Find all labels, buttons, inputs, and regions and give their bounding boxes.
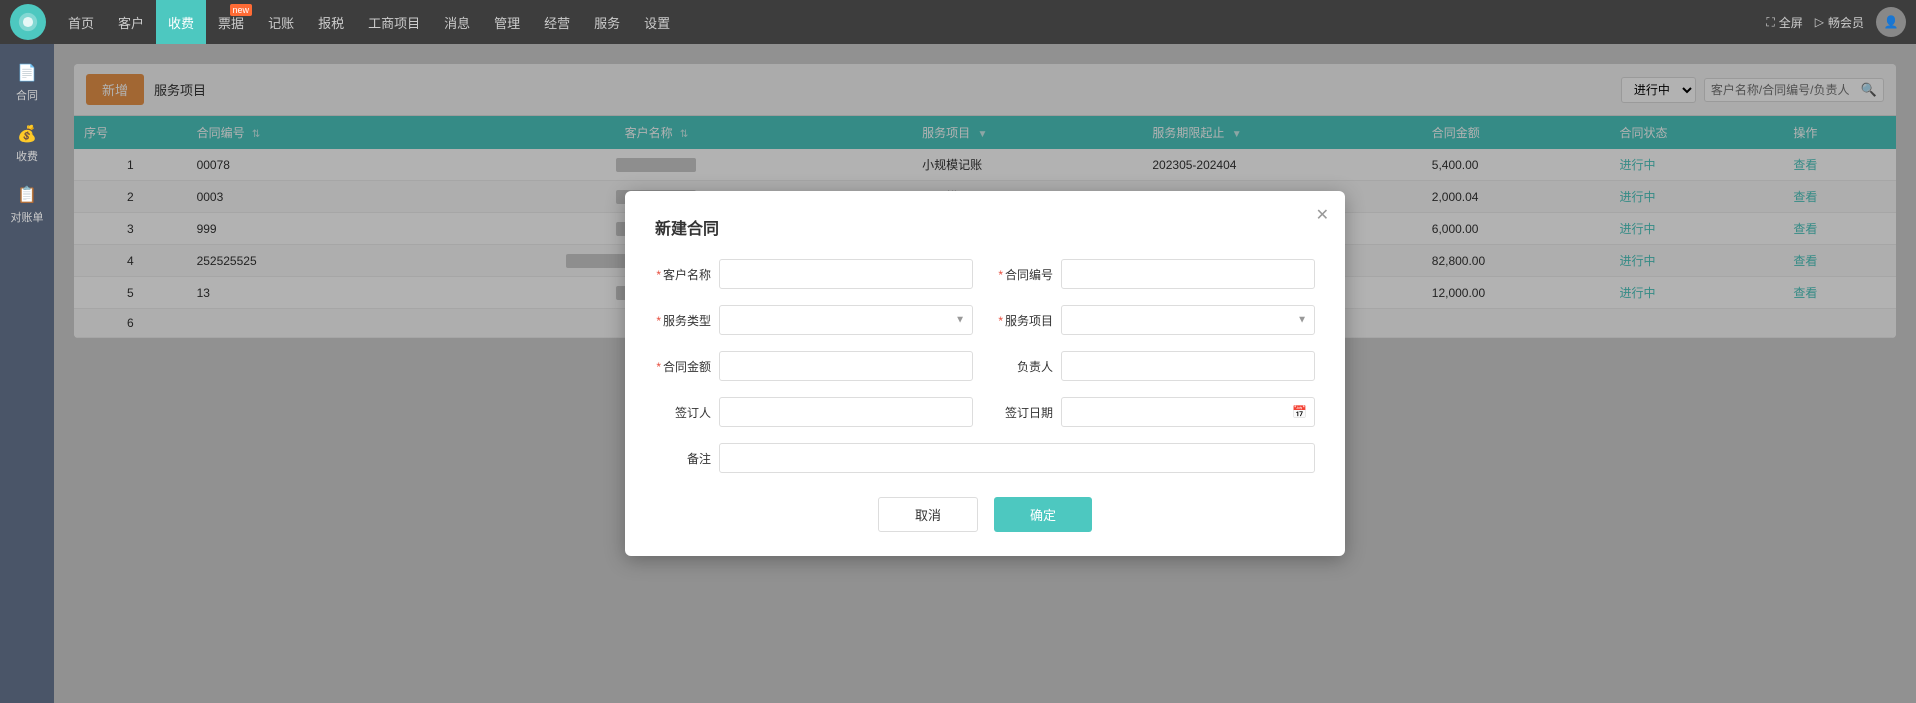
service-item-label: *服务项目 [997, 312, 1053, 329]
nav-manage[interactable]: 管理 [482, 0, 532, 44]
remark-row: 备注 [655, 443, 1315, 473]
sign-date-input[interactable]: 2023-06-06 [1061, 397, 1315, 427]
service-type-select[interactable] [719, 305, 973, 335]
new-badge: new [230, 4, 253, 16]
contract-no-row: *合同编号 [997, 259, 1315, 289]
service-type-label: *服务类型 [655, 312, 711, 329]
service-type-row: *服务类型 ▼ [655, 305, 973, 335]
cancel-button[interactable]: 取消 [878, 497, 978, 532]
service-type-select-wrapper: ▼ [719, 305, 973, 335]
contract-icon: 📄 [16, 62, 38, 84]
responsible-label: 负责人 [997, 358, 1053, 375]
modal-overlay: ✕ 新建合同 *客户名称 *合同编号 [54, 44, 1916, 703]
customer-name-input[interactable] [719, 259, 973, 289]
modal-title: 新建合同 [655, 215, 1315, 239]
modal-footer: 取消 确定 [655, 497, 1315, 532]
amount-input[interactable]: 0.00 [719, 351, 973, 381]
customer-name-row: *客户名称 [655, 259, 973, 289]
remark-label: 备注 [655, 450, 711, 467]
new-contract-modal: ✕ 新建合同 *客户名称 *合同编号 [625, 191, 1345, 556]
responsible-input[interactable] [1061, 351, 1315, 381]
nav-billing[interactable]: 收费 [156, 0, 206, 44]
nav-service[interactable]: 服务 [582, 0, 632, 44]
sign-date-label: 签订日期 [997, 404, 1053, 421]
avatar-icon: 👤 [1884, 15, 1899, 29]
nav-bookkeeping[interactable]: 记账 [256, 0, 306, 44]
nav-message[interactable]: 消息 [432, 0, 482, 44]
remark-input[interactable] [719, 443, 1315, 473]
sidebar: 📄 合同 💰 收费 📋 对账单 [0, 44, 54, 703]
contract-no-label: *合同编号 [997, 266, 1053, 283]
sign-date-row: 签订日期 2023-06-06 📅 [997, 397, 1315, 427]
nav-home[interactable]: 首页 [56, 0, 106, 44]
reconcile-icon: 📋 [16, 184, 38, 206]
nav-customer[interactable]: 客户 [106, 0, 156, 44]
sign-date-wrapper: 2023-06-06 📅 [1061, 397, 1315, 427]
fullscreen-button[interactable]: ⛶ 全屏 [1766, 14, 1802, 31]
modal-close-button[interactable]: ✕ [1316, 205, 1329, 225]
nav-operation[interactable]: 经营 [532, 0, 582, 44]
main-layout: 📄 合同 💰 收费 📋 对账单 新增 服务项目 进行中 已完成 已终止 [0, 44, 1916, 703]
billing-icon: 💰 [16, 123, 38, 145]
app-logo [10, 4, 46, 40]
amount-row: *合同金额 0.00 [655, 351, 973, 381]
nav-settings[interactable]: 设置 [632, 0, 682, 44]
signer-row: 签订人 [655, 397, 973, 427]
confirm-button[interactable]: 确定 [994, 497, 1092, 532]
vip-icon: ▷ [1815, 15, 1824, 29]
nav-right: ⛶ 全屏 ▷ 畅会员 👤 [1766, 7, 1906, 37]
customer-name-label: *客户名称 [655, 266, 711, 283]
service-item-select-wrapper: ▼ [1061, 305, 1315, 335]
nav-tax[interactable]: 报税 [306, 0, 356, 44]
service-item-select[interactable] [1061, 305, 1315, 335]
nav-business[interactable]: 工商项目 [356, 0, 432, 44]
content-area: 新增 服务项目 进行中 已完成 已终止 🔍 [54, 44, 1916, 703]
fullscreen-icon: ⛶ [1766, 15, 1774, 30]
responsible-row: 负责人 [997, 351, 1315, 381]
service-item-row: *服务项目 ▼ [997, 305, 1315, 335]
signer-input[interactable] [719, 397, 973, 427]
top-navigation: 首页 客户 收费 票据 new 记账 报税 工商项目 消息 管理 经营 服务 设… [0, 0, 1916, 44]
nav-invoice[interactable]: 票据 new [206, 0, 256, 44]
vip-button[interactable]: ▷ 畅会员 [1815, 14, 1864, 31]
nav-items: 首页 客户 收费 票据 new 记账 报税 工商项目 消息 管理 经营 服务 设… [56, 0, 1766, 44]
signer-label: 签订人 [655, 404, 711, 421]
sidebar-item-reconcile[interactable]: 📋 对账单 [2, 176, 52, 233]
contract-no-input[interactable] [1061, 259, 1315, 289]
form-grid: *客户名称 *合同编号 *服务类型 [655, 259, 1315, 473]
avatar[interactable]: 👤 [1876, 7, 1906, 37]
sidebar-item-contract[interactable]: 📄 合同 [2, 54, 52, 111]
amount-label: *合同金额 [655, 358, 711, 375]
sidebar-item-billing[interactable]: 💰 收费 [2, 115, 52, 172]
